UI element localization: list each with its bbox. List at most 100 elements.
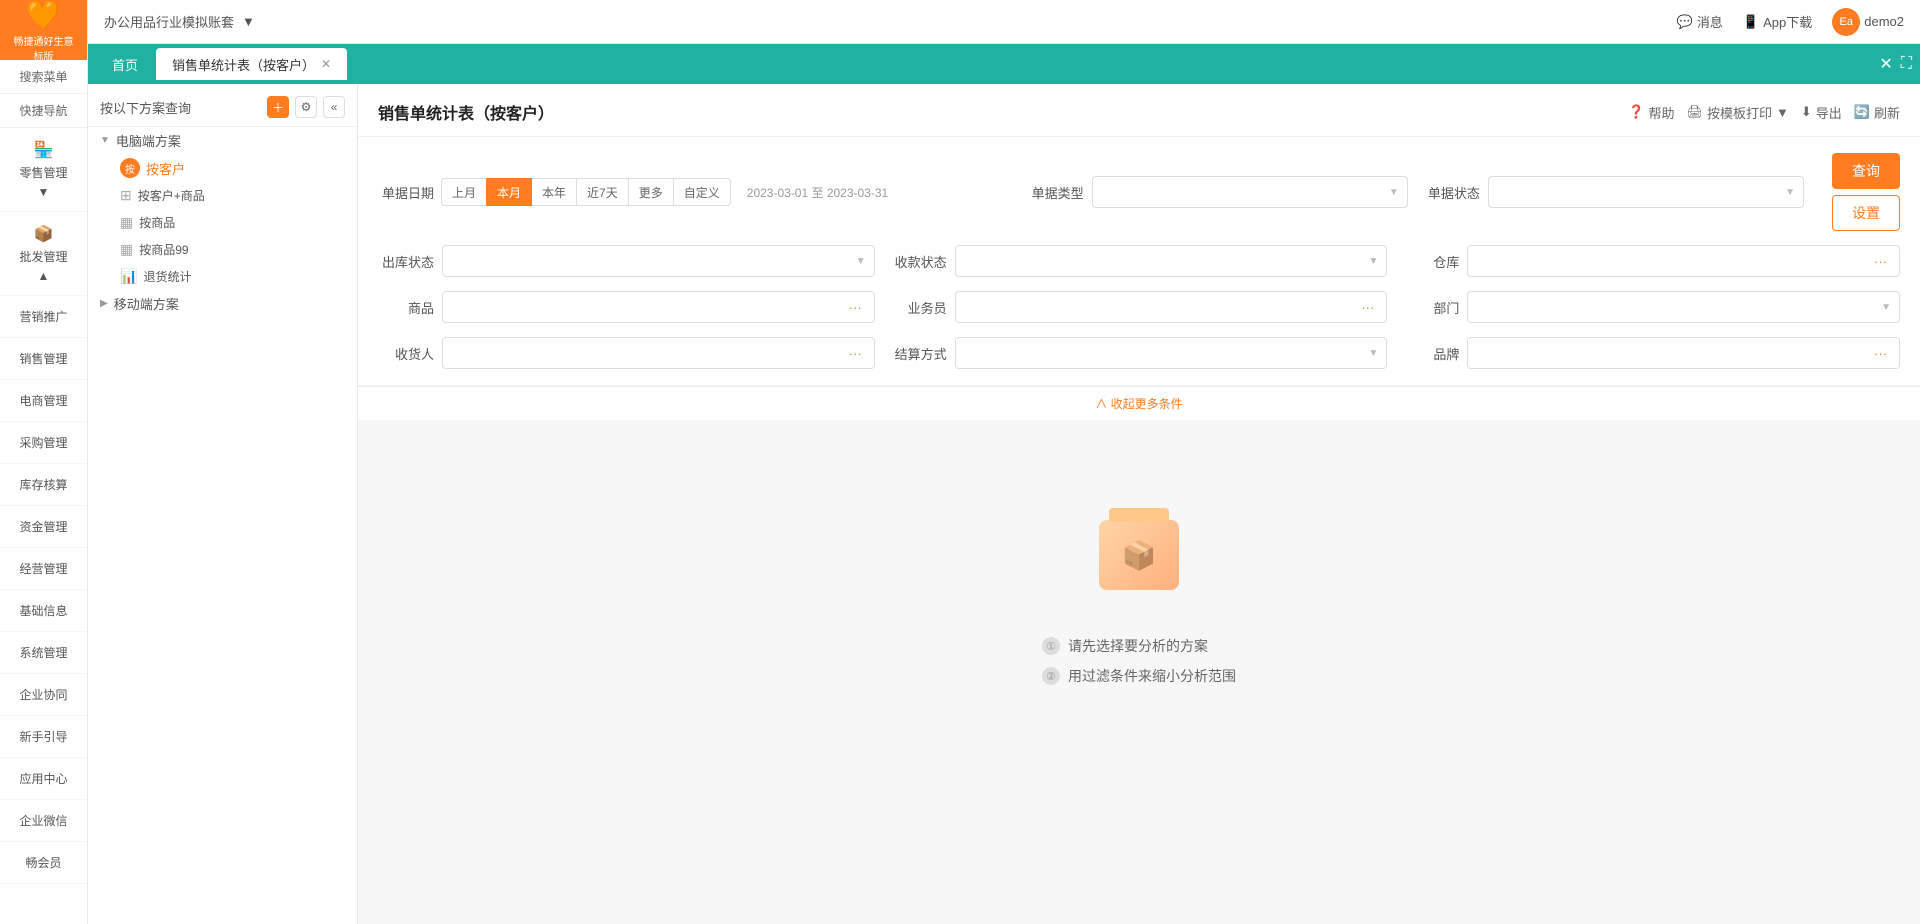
- sidebar-item-marketing[interactable]: 营销推广: [0, 296, 87, 338]
- logo-text: 畅捷通好生意: [14, 33, 74, 48]
- print-button[interactable]: 🖨 按模板打印 ▼: [1686, 103, 1788, 122]
- tab-sales-stats[interactable]: 销售单统计表（按客户） ✕: [156, 48, 347, 80]
- tree-section-desktop[interactable]: ▼ 电脑端方案: [88, 127, 357, 154]
- sidebar-item-inventory[interactable]: 库存核算: [0, 464, 87, 506]
- sidebar-item-basic[interactable]: 基础信息: [0, 590, 87, 632]
- sidebar-item-wechat[interactable]: 企业微信: [0, 800, 87, 842]
- page-title-bar: 销售单统计表（按客户） ❓ 帮助 🖨 按模板打印 ▼ ⬇ 导出: [358, 84, 1920, 137]
- empty-text: ① 请先选择要分析的方案 ② 用过滤条件来缩小分析范围: [1042, 636, 1236, 686]
- scheme-customer-goods[interactable]: ⊞ 按客户+商品: [120, 182, 357, 209]
- sidebar-item-wholesale[interactable]: 📦 批发管理 ▲: [0, 212, 87, 296]
- filter-warehouse: 仓库 ···: [1403, 245, 1900, 277]
- print-icon: 🖨: [1686, 104, 1703, 120]
- filter-department: 部门 ▼: [1403, 291, 1900, 323]
- scheme-by-goods[interactable]: ▦ 按商品: [120, 209, 357, 236]
- add-scheme-button[interactable]: ＋: [267, 96, 289, 118]
- recipient-select[interactable]: ···: [442, 337, 875, 369]
- scheme-by-customer[interactable]: 按 按客户: [120, 154, 357, 182]
- sidebar-item-ecommerce[interactable]: 电商管理: [0, 380, 87, 422]
- department-label: 部门: [1403, 298, 1459, 317]
- brand-label: 品牌: [1403, 344, 1459, 363]
- tree-section-mobile[interactable]: ▶ 移动端方案: [88, 290, 357, 317]
- chart-icon: 📊: [120, 268, 137, 285]
- sidebar-item-finance[interactable]: 资金管理: [0, 506, 87, 548]
- date-btn-7days[interactable]: 近7天: [576, 178, 629, 206]
- panel-title: 按以下方案查询: [100, 98, 191, 117]
- query-button[interactable]: 查询: [1832, 153, 1900, 189]
- app-logo[interactable]: 🧡 畅捷通好生意 标版: [0, 0, 88, 60]
- window-maximize-icon[interactable]: ⛶: [1901, 55, 1912, 73]
- tab-close-icon[interactable]: ✕: [321, 57, 331, 71]
- date-btn-current-year[interactable]: 本年: [531, 178, 577, 206]
- salesman-select[interactable]: ···: [955, 291, 1388, 323]
- tree-collapse-icon: ▶: [100, 298, 108, 309]
- help-button[interactable]: ❓ 帮助: [1628, 103, 1674, 122]
- sidebar-search[interactable]: 搜索菜单: [0, 60, 87, 94]
- filter-row-1: 单据日期 上月 本月 本年 近7天 更多 自定义 2023-03-01 至 20…: [378, 153, 1900, 231]
- goods-select[interactable]: ···: [442, 291, 875, 323]
- collection-select[interactable]: ▼: [955, 245, 1388, 277]
- brand-dots[interactable]: ···: [1870, 346, 1891, 361]
- department-select[interactable]: ▼: [1467, 291, 1900, 323]
- message-button[interactable]: 💬 消息: [1677, 12, 1723, 31]
- brand-select[interactable]: ···: [1467, 337, 1900, 369]
- app-download-button[interactable]: 📱 App下载: [1743, 12, 1812, 31]
- window-close-icon[interactable]: ✕: [1879, 54, 1892, 74]
- sidebar-quicknav[interactable]: 快捷导航: [0, 94, 87, 128]
- scheme-goods99[interactable]: ▦ 按商品99: [120, 236, 357, 263]
- export-button[interactable]: ⬇ 导出: [1801, 103, 1842, 122]
- main-content: 办公用品行业模拟账套 ▼ 💬 消息 📱 App下载 Ea demo2 首页 销售…: [88, 0, 1920, 924]
- tab-expand-buttons: ✕ ⛶: [1879, 54, 1912, 74]
- settlement-select[interactable]: ▼: [955, 337, 1388, 369]
- doc-type-select[interactable]: ▼: [1092, 176, 1408, 208]
- sidebar-item-retail[interactable]: 🏪 零售管理 ▼: [0, 128, 87, 212]
- settings-button[interactable]: 设置: [1832, 195, 1900, 231]
- right-panel: 销售单统计表（按客户） ❓ 帮助 🖨 按模板打印 ▼ ⬇ 导出: [358, 84, 1920, 924]
- doc-status-arrow-icon: ▼: [1785, 187, 1795, 198]
- doc-type-arrow-icon: ▼: [1389, 187, 1399, 198]
- collapse-bar[interactable]: ∧ 收起更多条件: [358, 386, 1920, 420]
- collapse-panel-button[interactable]: «: [323, 96, 345, 118]
- date-btn-custom[interactable]: 自定义: [673, 178, 731, 206]
- out-status-select[interactable]: ▼: [442, 245, 875, 277]
- doc-status-select[interactable]: ▼: [1488, 176, 1804, 208]
- date-btn-more[interactable]: 更多: [628, 178, 674, 206]
- filter-doc-type: 单据类型 ▼: [1028, 176, 1408, 208]
- export-icon: ⬇: [1801, 104, 1812, 120]
- sidebar-item-purchase[interactable]: 采购管理: [0, 422, 87, 464]
- tree-children: 按 按客户 ⊞ 按客户+商品 ▦ 按商品 ▦ 按商品99 📊 退货统计: [88, 154, 357, 290]
- user-menu[interactable]: Ea demo2: [1832, 8, 1904, 36]
- tab-home[interactable]: 首页: [96, 48, 154, 80]
- filter-date: 单据日期 上月 本月 本年 近7天 更多 自定义 2023-03-01 至 20…: [378, 178, 1012, 206]
- date-btn-last-month[interactable]: 上月: [441, 178, 487, 206]
- panel-header: 按以下方案查询 ＋ ⚙ «: [88, 84, 357, 127]
- refresh-button[interactable]: 🔄 刷新: [1854, 103, 1900, 122]
- empty-box-visual: 📦: [1099, 520, 1179, 590]
- goods-dots[interactable]: ···: [845, 300, 866, 315]
- out-status-arrow-icon: ▼: [856, 256, 866, 267]
- settlement-arrow-icon: ▼: [1368, 348, 1378, 359]
- warehouse-select[interactable]: ···: [1467, 245, 1900, 277]
- sidebar: 🧡 畅捷通好生意 标版 搜索菜单 快捷导航 🏪 零售管理 ▼ 📦 批发管理 ▲ …: [0, 0, 88, 924]
- filter-row-2: 出库状态 ▼ 收款状态 ▼ 仓库: [378, 245, 1900, 277]
- sidebar-item-operations[interactable]: 经营管理: [0, 548, 87, 590]
- date-btn-current-month[interactable]: 本月: [486, 178, 532, 206]
- table2-icon: ▦: [120, 241, 133, 258]
- recipient-dots[interactable]: ···: [845, 346, 866, 361]
- scheme-return-stats[interactable]: 📊 退货统计: [120, 263, 357, 290]
- empty-hint-1: ① 请先选择要分析的方案: [1042, 636, 1208, 656]
- sidebar-item-appcenter[interactable]: 应用中心: [0, 758, 87, 800]
- empty-state: 📦 ① 请先选择要分析的方案 ② 用过滤条件来缩小分析范围: [358, 420, 1920, 766]
- filter-brand: 品牌 ···: [1403, 337, 1900, 369]
- dropdown-arrow[interactable]: ▼: [242, 14, 255, 29]
- sidebar-item-sales[interactable]: 销售管理: [0, 338, 87, 380]
- empty-image: 📦: [1079, 500, 1199, 620]
- sidebar-item-member[interactable]: 畅会员: [0, 842, 87, 884]
- top-header: 办公用品行业模拟账套 ▼ 💬 消息 📱 App下载 Ea demo2: [88, 0, 1920, 44]
- sidebar-item-system[interactable]: 系统管理: [0, 632, 87, 674]
- salesman-dots[interactable]: ···: [1357, 300, 1378, 315]
- warehouse-dots[interactable]: ···: [1870, 254, 1891, 269]
- sidebar-item-collab[interactable]: 企业协同: [0, 674, 87, 716]
- sidebar-item-newbie[interactable]: 新手引导: [0, 716, 87, 758]
- settings-scheme-button[interactable]: ⚙: [295, 96, 317, 118]
